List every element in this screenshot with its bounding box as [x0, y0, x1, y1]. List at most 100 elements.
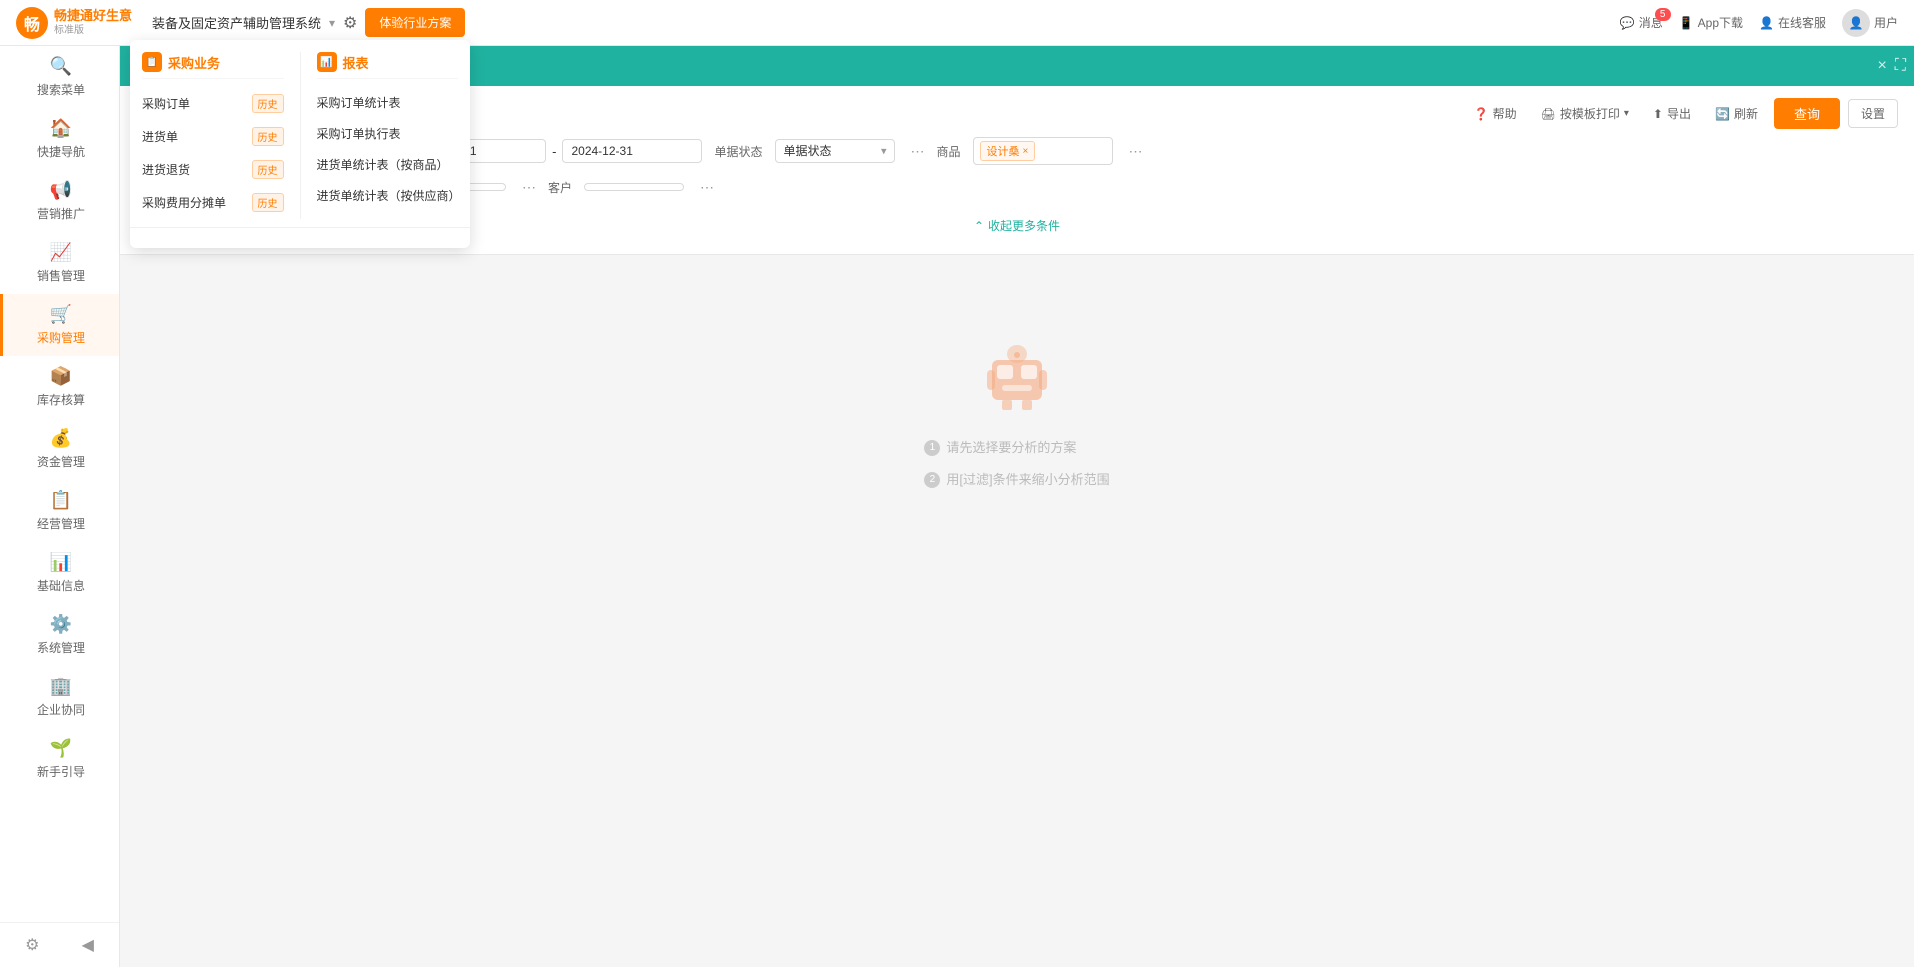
sidebar-label-inventory: 库存核算	[37, 391, 85, 408]
report-title-icon: 📊	[317, 52, 337, 72]
collapse-label: 收起更多条件	[988, 217, 1060, 234]
dropdown-item-purchase-receipt[interactable]: 进货单 历史	[142, 120, 284, 153]
date-end-input[interactable]	[562, 139, 702, 163]
tab-close-btn[interactable]: ×	[1877, 57, 1886, 75]
service-icon: 👤	[1759, 16, 1774, 30]
sidebar: 🔍 搜索菜单 🏠 快捷导航 📢 营销推广 📈 销售管理 🛒 采购管理 📦 库存核…	[0, 46, 120, 967]
header-settings-icon[interactable]: ⚙	[343, 13, 357, 33]
sidebar-item-marketing[interactable]: 📢 营销推广	[0, 170, 119, 232]
industry-btn[interactable]: 体验行业方案	[365, 8, 465, 37]
goods-input-area[interactable]: 设计桑 ×	[973, 137, 1113, 165]
purchase-title-icon: 📋	[142, 52, 162, 72]
sales-icon: 📈	[50, 242, 72, 263]
collapse-icon: ⌃	[974, 219, 984, 233]
step1-num: 1	[924, 440, 940, 456]
sidebar-label-enterprise: 企业协同	[37, 701, 85, 718]
logo-text: 畅捷通好生意 标准版	[54, 8, 132, 38]
dropdown-item-report-order-exec[interactable]: 采购订单执行表	[317, 118, 459, 149]
export-icon: ⬆	[1653, 107, 1663, 121]
sidebar-collapse-btn[interactable]: ◀	[82, 935, 94, 955]
sidebar-item-guide[interactable]: 🌱 新手引导	[0, 728, 119, 790]
phone-icon: 📱	[1679, 16, 1694, 30]
sidebar-item-quick-nav[interactable]: 🏠 快捷导航	[0, 108, 119, 170]
sidebar-item-system[interactable]: ⚙️ 系统管理	[0, 604, 119, 666]
sidebar-item-sales[interactable]: 📈 销售管理	[0, 232, 119, 294]
sidebar-label-quick-nav: 快捷导航	[37, 143, 85, 160]
sidebar-item-basic-info[interactable]: 📊 基础信息	[0, 542, 119, 604]
basic-info-icon: 📊	[50, 552, 72, 573]
sidebar-item-purchase[interactable]: 🛒 采购管理	[0, 294, 119, 356]
sidebar-item-operations[interactable]: 📋 经营管理	[0, 480, 119, 542]
salesperson-more[interactable]: ⋯	[522, 179, 536, 196]
print-icon: 🖨	[1541, 107, 1556, 121]
user-menu-btn[interactable]: 👤 用户	[1842, 9, 1898, 37]
refresh-btn[interactable]: 🔄 刷新	[1707, 101, 1766, 126]
finance-icon: 💰	[50, 428, 72, 449]
report-col-title: 📊 报表	[317, 52, 459, 79]
sidebar-label-search: 搜索菜单	[37, 81, 85, 98]
logo-area: 畅 畅捷通好生意 标准版	[16, 7, 136, 39]
dropdown-item-purchase-return[interactable]: 进货退货 历史	[142, 153, 284, 186]
dropdown-item-report-order-stat[interactable]: 采购订单统计表	[317, 87, 459, 118]
empty-state: 1 请先选择要分析的方案 2 用[过滤]条件来缩小分析范围	[120, 255, 1914, 573]
purchase-col: 📋 采购业务 采购订单 历史 进货单 历史 进货退货 历史 采购费用分摊单 历史	[130, 52, 296, 219]
purchase-icon: 🛒	[50, 304, 72, 325]
settings-small-btn[interactable]: 设置	[1848, 99, 1898, 128]
header-right: 💬 消息 5 📱 App下载 👤 在线客服 👤 用户	[1620, 9, 1898, 37]
tab-bar-controls: × ⛶	[1877, 57, 1906, 75]
order-status-select-wrapper: 单据状态	[775, 139, 895, 163]
empty-tip1: 请先选择要分析的方案	[946, 435, 1076, 461]
goods-more[interactable]: ⋯	[1129, 143, 1143, 160]
customer-label: 客户	[548, 179, 572, 196]
dropdown-item-report-receipt-goods[interactable]: 进货单统计表（按商品）	[317, 149, 459, 180]
sidebar-item-finance[interactable]: 💰 资金管理	[0, 418, 119, 480]
help-btn[interactable]: ❓ 帮助	[1466, 101, 1525, 126]
empty-tip2: 用[过滤]条件来缩小分析范围	[946, 467, 1109, 493]
print-btn[interactable]: 🖨 按模板打印 ▾	[1533, 101, 1637, 126]
app-download-btn[interactable]: 📱 App下载	[1679, 14, 1743, 31]
print-dropdown-icon: ▾	[1624, 108, 1629, 119]
history-badge-2: 历史	[252, 160, 284, 179]
operations-icon: 📋	[50, 490, 72, 511]
export-btn[interactable]: ⬆ 导出	[1645, 101, 1699, 126]
logo-icon: 畅	[16, 7, 48, 39]
history-badge-1: 历史	[252, 127, 284, 146]
sidebar-label-basic-info: 基础信息	[37, 577, 85, 594]
goods-tag: 设计桑 ×	[980, 141, 1036, 161]
user-name: 用户	[1874, 14, 1898, 31]
dropdown-item-purchase-expense[interactable]: 采购费用分摊单 历史	[142, 186, 284, 219]
user-avatar: 👤	[1842, 9, 1870, 37]
goods-tag-text: 设计桑	[987, 143, 1020, 159]
home-icon: 🏠	[50, 118, 72, 139]
sidebar-item-inventory[interactable]: 📦 库存核算	[0, 356, 119, 418]
guide-icon: 🌱	[50, 738, 72, 759]
customer-input[interactable]	[584, 183, 684, 191]
dropdown-arrow-icon[interactable]: ▾	[329, 16, 335, 30]
sidebar-item-search[interactable]: 🔍 搜索菜单	[0, 46, 119, 108]
search-icon: 🔍	[50, 56, 72, 77]
sidebar-item-enterprise[interactable]: 🏢 企业协同	[0, 666, 119, 728]
order-status-more[interactable]: ⋯	[911, 143, 925, 160]
customer-more[interactable]: ⋯	[700, 179, 714, 196]
purchase-dropdown-menu: 📋 采购业务 采购订单 历史 进货单 历史 进货退货 历史 采购费用分摊单 历史	[130, 40, 470, 248]
refresh-icon: 🔄	[1715, 107, 1730, 121]
dropdown-header: 📋 采购业务 采购订单 历史 进货单 历史 进货退货 历史 采购费用分摊单 历史	[130, 52, 470, 228]
dropdown-item-purchase-order[interactable]: 采购订单 历史	[142, 87, 284, 120]
notification-btn[interactable]: 💬 消息 5	[1620, 14, 1663, 31]
notification-icon: 💬	[1620, 16, 1635, 30]
empty-text: 1 请先选择要分析的方案 2 用[过滤]条件来缩小分析范围	[924, 435, 1109, 493]
sidebar-bottom: ⚙ ◀	[0, 922, 119, 967]
notification-badge: 5	[1655, 8, 1671, 21]
sidebar-label-system: 系统管理	[37, 639, 85, 656]
marketing-icon: 📢	[50, 180, 72, 201]
order-status-label: 单据状态	[714, 143, 762, 160]
online-service-btn[interactable]: 👤 在线客服	[1759, 14, 1826, 31]
help-icon: ❓	[1474, 107, 1489, 121]
sidebar-settings-btn[interactable]: ⚙	[25, 935, 39, 955]
query-btn[interactable]: 查询	[1774, 98, 1840, 129]
tab-maximize-btn[interactable]: ⛶	[1895, 57, 1906, 75]
goods-tag-close[interactable]: ×	[1023, 146, 1029, 157]
order-status-select[interactable]: 单据状态	[775, 139, 895, 163]
dropdown-item-report-receipt-supplier[interactable]: 进货单统计表（按供应商）	[317, 180, 459, 211]
purchase-col-title: 📋 采购业务	[142, 52, 284, 79]
